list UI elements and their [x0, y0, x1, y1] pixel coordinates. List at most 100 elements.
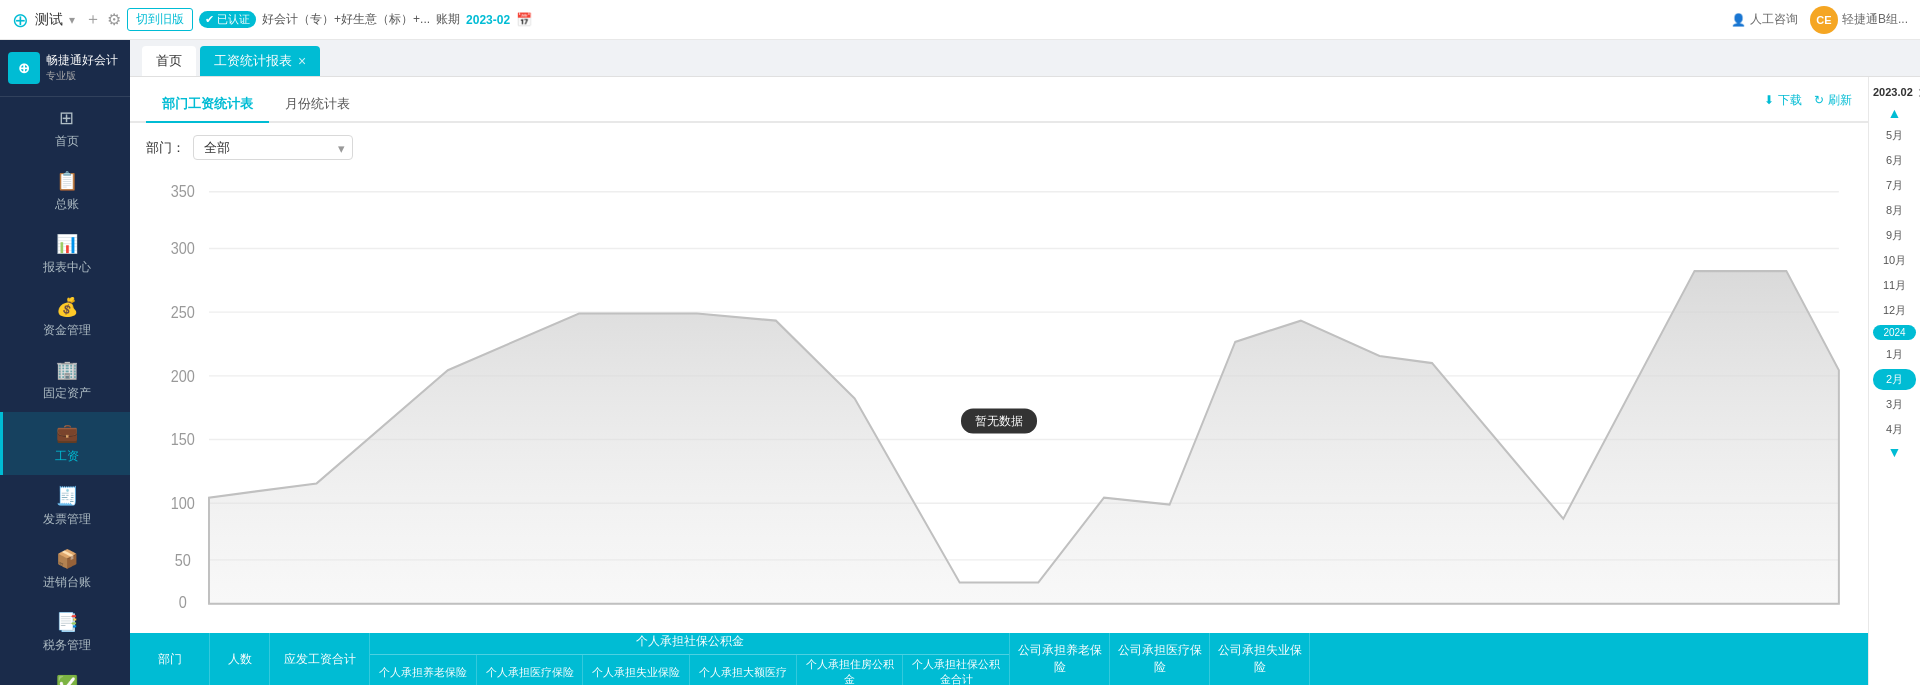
sidebar-label-tax: 税务管理: [43, 637, 91, 654]
user-menu[interactable]: CE 轻捷通B组...: [1810, 6, 1908, 34]
y-label-0: 0: [179, 593, 187, 611]
col-dept: 部门: [130, 633, 210, 685]
sidebar-icon-salary: 💼: [56, 422, 78, 444]
scroll-up-icon[interactable]: ▲: [1888, 105, 1902, 121]
certified-icon: ✔: [205, 13, 214, 25]
top-bar-left: ⊕ 测试 ▾ ＋ ⚙ 切到旧版 ✔ 已认证 好会计（专）+好生意（标）+... …: [12, 8, 1723, 32]
tab-close-icon[interactable]: ×: [298, 54, 306, 68]
help-btn[interactable]: 👤 人工咨询: [1731, 11, 1798, 28]
col-personal-total: 个人承担社保公积金合计: [903, 655, 1009, 685]
refresh-icon: ↻: [1814, 93, 1824, 107]
logo-main-text: 畅捷通好会计: [46, 53, 118, 69]
y-label-50: 50: [175, 551, 191, 569]
col-group-personal: 个人承担社保公积金 个人承担养老保险 个人承担医疗保险 个人承担失业保险 个人承…: [370, 633, 1010, 685]
filter-select-wrap: 全部 行政部 财务部 销售部 技术部: [193, 135, 353, 160]
sidebar: ⊕ 畅捷通好会计 专业版 ⊞ 首页 📋 总账 📊 报表中心 💰 资金管理 🏢 固…: [0, 40, 130, 685]
month-10[interactable]: 10月: [1873, 250, 1916, 271]
month-8[interactable]: 8月: [1873, 200, 1916, 221]
col-company-unemployment: 公司承担失业保险: [1210, 633, 1310, 685]
month-7[interactable]: 7月: [1873, 175, 1916, 196]
tab-home[interactable]: 首页: [142, 46, 196, 76]
col-total-salary: 应发工资合计: [270, 633, 370, 685]
month-12[interactable]: 12月: [1873, 300, 1916, 321]
col-company-medical: 公司承担医疗保险: [1110, 633, 1210, 685]
certified-badge: ✔ 已认证: [199, 11, 256, 28]
refresh-btn[interactable]: ↻ 刷新: [1814, 92, 1852, 109]
department-select[interactable]: 全部 行政部 财务部 销售部 技术部: [193, 135, 353, 160]
sidebar-item-settlement[interactable]: ✅ 结账: [0, 664, 130, 685]
month-4[interactable]: 4月: [1873, 419, 1916, 440]
switch-old-btn[interactable]: 切到旧版: [127, 8, 193, 31]
top-bar: ⊕ 测试 ▾ ＋ ⚙ 切到旧版 ✔ 已认证 好会计（专）+好生意（标）+... …: [0, 0, 1920, 40]
sidebar-label-sales: 进销台账: [43, 574, 91, 591]
sub-tab-monthly[interactable]: 月份统计表: [269, 87, 366, 123]
sidebar-logo: ⊕ 畅捷通好会计 专业版: [0, 40, 130, 97]
month-3[interactable]: 3月: [1873, 394, 1916, 415]
sidebar-item-salary[interactable]: 💼 工资: [0, 412, 130, 475]
month-9[interactable]: 9月: [1873, 225, 1916, 246]
scroll-down-icon[interactable]: ▼: [1888, 444, 1902, 460]
col-personal-pension: 个人承担养老保险: [370, 655, 477, 685]
sidebar-label-invoice: 发票管理: [43, 511, 91, 528]
sidebar-icon-capital: 💰: [56, 296, 78, 318]
right-panel: 2023.02 ✕ ⤢ ▲ 5月 6月 7月 8月 9月 10月 11月 12月…: [1868, 77, 1920, 685]
col-personal-housing-fund: 个人承担住房公积金: [797, 655, 904, 685]
y-label-300: 300: [171, 240, 195, 258]
sidebar-item-sales[interactable]: 📦 进销台账: [0, 538, 130, 601]
sidebar-item-capital[interactable]: 💰 资金管理: [0, 286, 130, 349]
sidebar-item-reports[interactable]: 📊 报表中心: [0, 223, 130, 286]
col-personal-major-medical: 个人承担大额医疗: [690, 655, 797, 685]
y-label-150: 150: [171, 431, 195, 449]
sidebar-label-assets: 固定资产: [43, 385, 91, 402]
chart-area: 350 300 250 200 150 100 50 0: [130, 172, 1868, 633]
salary-chart: 350 300 250 200 150 100 50 0: [146, 172, 1852, 625]
top-bar-title: 测试: [35, 11, 63, 29]
sidebar-icon-sales: 📦: [56, 548, 78, 570]
sidebar-icon-settlement: ✅: [56, 674, 78, 685]
sidebar-label-home: 首页: [55, 133, 79, 150]
chart-area-fill: [209, 271, 1839, 604]
sidebar-icon-tax: 📑: [56, 611, 78, 633]
tab-salary-report[interactable]: 工资统计报表 ×: [200, 46, 320, 76]
sidebar-icon-invoice: 🧾: [56, 485, 78, 507]
month-1[interactable]: 1月: [1873, 344, 1916, 365]
sidebar-label-reports: 报表中心: [43, 259, 91, 276]
sidebar-item-tax[interactable]: 📑 税务管理: [0, 601, 130, 664]
y-label-350: 350: [171, 183, 195, 201]
sidebar-icon-assets: 🏢: [56, 359, 78, 381]
sidebar-label-salary: 工资: [55, 448, 79, 465]
month-6[interactable]: 6月: [1873, 150, 1916, 171]
sub-tab-dept[interactable]: 部门工资统计表: [146, 87, 269, 123]
right-panel-date-label: 2023.02: [1873, 86, 1913, 98]
calendar-icon[interactable]: 📅: [516, 12, 532, 27]
sidebar-item-ledger[interactable]: 📋 总账: [0, 160, 130, 223]
sub-tabs-actions: ⬇ 下载 ↻ 刷新: [1764, 92, 1852, 117]
sidebar-item-assets[interactable]: 🏢 固定资产: [0, 349, 130, 412]
table-header: 部门 人数 应发工资合计 个人承担社保公积金 个人承担养老保险 个人承担医疗保险: [130, 633, 1868, 685]
content-right-wrap: 部门工资统计表 月份统计表 ⬇ 下载 ↻ 刷新: [130, 77, 1920, 685]
content-area: 首页 工资统计报表 × 部门工资统计表 月份统计表: [130, 40, 1920, 685]
main-layout: ⊕ 畅捷通好会计 专业版 ⊞ 首页 📋 总账 📊 报表中心 💰 资金管理 🏢 固…: [0, 40, 1920, 685]
col-personal-unemployment: 个人承担失业保险: [583, 655, 690, 685]
dropdown-arrow-icon[interactable]: ▾: [69, 13, 75, 27]
settings-icon[interactable]: ⚙: [107, 10, 121, 29]
download-icon: ⬇: [1764, 93, 1774, 107]
month-5[interactable]: 5月: [1873, 125, 1916, 146]
download-btn[interactable]: ⬇ 下载: [1764, 92, 1802, 109]
home-tab-label: 首页: [156, 52, 182, 70]
month-11[interactable]: 11月: [1873, 275, 1916, 296]
sidebar-icon-ledger: 📋: [56, 170, 78, 192]
help-icon: 👤: [1731, 13, 1746, 27]
sidebar-item-home[interactable]: ⊞ 首页: [0, 97, 130, 160]
period-value: 2023-02: [466, 13, 510, 27]
y-label-250: 250: [171, 303, 195, 321]
top-bar-right: 👤 人工咨询 CE 轻捷通B组...: [1731, 6, 1908, 34]
avatar: CE: [1810, 6, 1838, 34]
month-2-active[interactable]: 2月: [1873, 369, 1916, 390]
filter-label: 部门：: [146, 139, 185, 157]
filter-row: 部门： 全部 行政部 财务部 销售部 技术部: [130, 123, 1868, 172]
add-icon[interactable]: ＋: [85, 9, 101, 30]
col-company-pension: 公司承担养老保险: [1010, 633, 1110, 685]
tabs-bar: 首页 工资统计报表 ×: [130, 40, 1920, 77]
sidebar-item-invoice[interactable]: 🧾 发票管理: [0, 475, 130, 538]
